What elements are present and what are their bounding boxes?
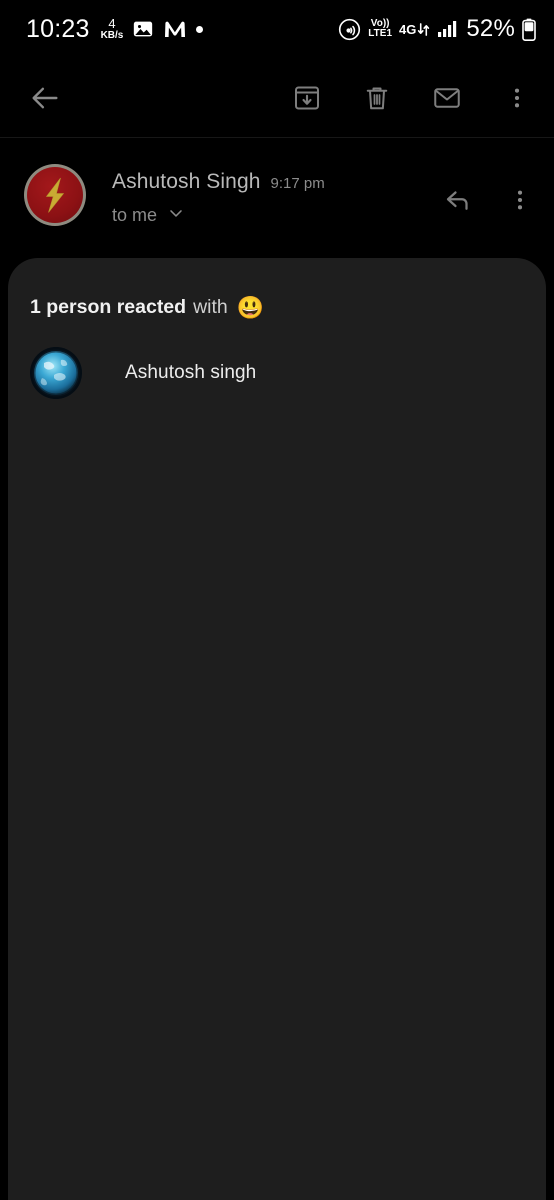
archive-button[interactable] (284, 75, 330, 121)
status-bar-right: Vo)) LTE1 4G 52% (338, 15, 536, 43)
sender-text-block: Ashutosh Singh 9:17 pm to me (112, 158, 438, 228)
reaction-with-label: with (193, 296, 228, 318)
signal-bars-icon (437, 20, 459, 38)
flash-logo-avatar[interactable] (24, 164, 86, 226)
reaction-details-panel: 1 person reacted with 😃 Ashutosh singh (8, 258, 546, 1200)
network-type-indicator: 4G (399, 22, 430, 37)
reaction-count-label: 1 person reacted (30, 296, 187, 318)
battery-icon (522, 18, 536, 41)
sender-name-line: Ashutosh Singh 9:17 pm (112, 170, 438, 194)
back-button[interactable] (22, 75, 68, 121)
volte-indicator: Vo)) LTE1 (368, 18, 393, 40)
reaction-emoji: 😃 (236, 294, 265, 320)
sender-actions (438, 158, 540, 220)
list-item[interactable]: Ashutosh singh (8, 319, 546, 400)
volte-bottom-label: LTE1 (368, 28, 393, 39)
data-transfer-arrows-icon (417, 22, 430, 37)
message-time: 9:17 pm (270, 175, 325, 192)
battery-percent-label: 52% (466, 15, 515, 42)
toolbar-more-options-button[interactable] (494, 75, 540, 121)
toolbar-actions (284, 75, 540, 121)
reaction-headline: 1 person reacted with 😃 (8, 258, 546, 319)
status-bar-left: 10:23 4 KB/s (26, 14, 204, 44)
toolbar-divider (0, 137, 554, 138)
network-speed-value: 4 (108, 16, 116, 31)
network-type-label: 4G (399, 21, 417, 37)
lightning-bolt-icon (45, 177, 65, 213)
dot-indicator-icon (196, 25, 204, 33)
sender-name: Ashutosh Singh (112, 170, 261, 193)
network-speed-unit: KB/s (100, 30, 124, 41)
status-clock: 10:23 (26, 14, 90, 43)
chevron-down-icon[interactable] (166, 203, 186, 228)
status-bar: 10:23 4 KB/s Vo)) LTE1 4G 52% (0, 0, 554, 58)
globe-avatar (30, 347, 82, 400)
message-sender-header: Ashutosh Singh 9:17 pm to me (0, 146, 554, 254)
message-more-options-button[interactable] (500, 180, 540, 220)
recipients-label: to me (112, 205, 158, 225)
delete-button[interactable] (354, 75, 400, 121)
recipients-line[interactable]: to me (112, 203, 438, 228)
nfc-icon (338, 18, 361, 41)
email-toolbar (0, 58, 554, 137)
mark-unread-button[interactable] (424, 75, 470, 121)
m-logo-icon (163, 19, 187, 39)
reactor-name: Ashutosh singh (125, 362, 257, 384)
network-speed-indicator: 4 KB/s (101, 17, 124, 41)
phone-screen: 10:23 4 KB/s Vo)) LTE1 4G 52% Ashutosh S… (0, 0, 554, 1200)
reply-button[interactable] (438, 180, 478, 220)
image-icon (132, 18, 154, 40)
